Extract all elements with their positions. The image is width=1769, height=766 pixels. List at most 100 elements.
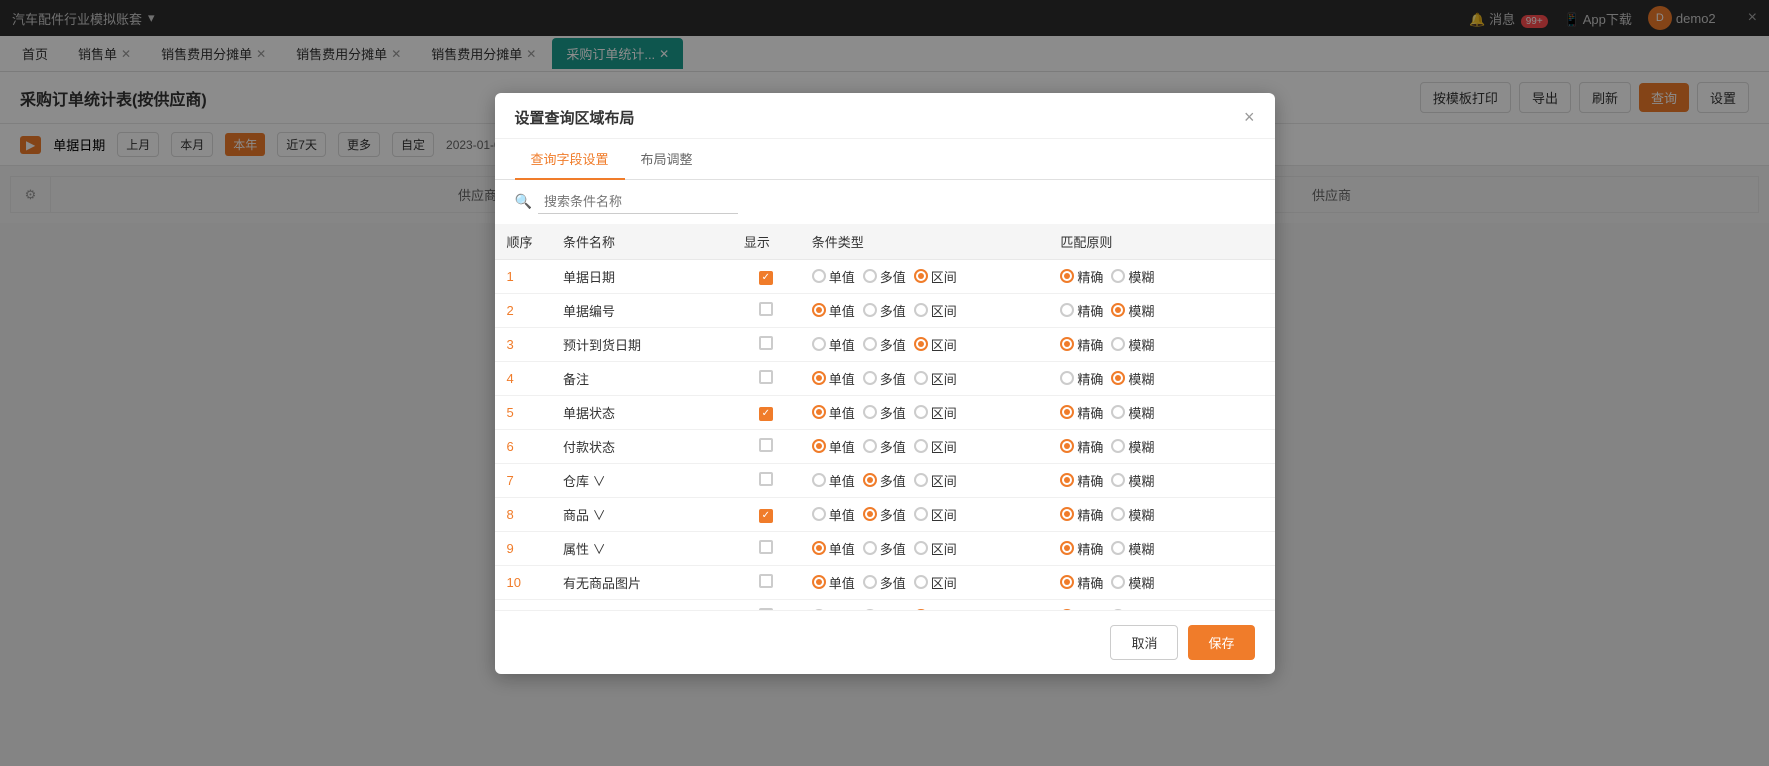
cell-display[interactable] <box>732 361 800 395</box>
radio-label: 单值 <box>829 437 855 456</box>
type-option-多值[interactable]: 多值 <box>863 505 906 524</box>
display-checkbox[interactable] <box>759 271 773 285</box>
dialog-close-btn[interactable]: × <box>1244 108 1255 126</box>
type-option-区间[interactable]: 区间 <box>914 267 957 286</box>
dialog-title: 设置查询区域布局 <box>515 107 635 128</box>
type-option-区间[interactable]: 区间 <box>914 403 957 422</box>
match-option-精确[interactable]: 精确 <box>1060 267 1103 286</box>
display-checkbox[interactable] <box>759 302 773 316</box>
cell-name: 仓库 ∨ <box>551 463 732 497</box>
display-checkbox[interactable] <box>759 509 773 523</box>
display-checkbox[interactable] <box>759 438 773 452</box>
type-option-区间[interactable]: 区间 <box>914 301 957 320</box>
cell-display[interactable] <box>732 497 800 531</box>
match-option-模糊[interactable]: 模糊 <box>1111 437 1154 456</box>
type-option-多值[interactable]: 多值 <box>863 437 906 456</box>
cell-display[interactable] <box>732 260 800 294</box>
type-option-区间[interactable]: 区间 <box>914 539 957 558</box>
type-option-多值[interactable]: 多值 <box>863 573 906 592</box>
type-option-单值[interactable]: 单值 <box>812 505 855 524</box>
radio-circle <box>1111 405 1125 419</box>
radio-label: 精确 <box>1077 539 1103 558</box>
dialog-tab-bar: 查询字段设置 布局调整 <box>495 139 1275 180</box>
radio-circle <box>914 269 928 283</box>
match-option-模糊[interactable]: 模糊 <box>1111 335 1154 354</box>
display-checkbox[interactable] <box>759 370 773 384</box>
table-row: 11审核结束日期单值多值区间精确模糊 <box>495 599 1275 610</box>
cell-display[interactable] <box>732 531 800 565</box>
dialog-tab-layout[interactable]: 布局调整 <box>625 139 709 180</box>
table-row: 6付款状态单值多值区间精确模糊 <box>495 429 1275 463</box>
type-option-单值[interactable]: 单值 <box>812 335 855 354</box>
match-option-模糊[interactable]: 模糊 <box>1111 471 1154 490</box>
match-option-精确[interactable]: 精确 <box>1060 539 1103 558</box>
type-option-多值[interactable]: 多值 <box>863 539 906 558</box>
type-option-多值[interactable]: 多值 <box>863 369 906 388</box>
match-option-精确[interactable]: 精确 <box>1060 505 1103 524</box>
match-option-精确[interactable]: 精确 <box>1060 471 1103 490</box>
save-btn[interactable]: 保存 <box>1188 625 1254 660</box>
type-option-多值[interactable]: 多值 <box>863 335 906 354</box>
type-option-单值[interactable]: 单值 <box>812 437 855 456</box>
type-option-单值[interactable]: 单值 <box>812 471 855 490</box>
display-checkbox[interactable] <box>759 407 773 421</box>
th-match: 匹配原则 <box>1048 224 1274 260</box>
table-row: 4备注单值多值区间精确模糊 <box>495 361 1275 395</box>
search-icon: 🔍 <box>515 193 532 210</box>
dialog-tab-query-fields[interactable]: 查询字段设置 <box>515 139 625 180</box>
radio-label: 多值 <box>880 573 906 592</box>
type-option-区间[interactable]: 区间 <box>914 335 957 354</box>
radio-label: 多值 <box>880 369 906 388</box>
match-option-模糊[interactable]: 模糊 <box>1111 539 1154 558</box>
type-option-区间[interactable]: 区间 <box>914 437 957 456</box>
type-option-单值[interactable]: 单值 <box>812 539 855 558</box>
cell-display[interactable] <box>732 565 800 599</box>
cell-display[interactable] <box>732 395 800 429</box>
type-option-单值[interactable]: 单值 <box>812 267 855 286</box>
match-option-模糊[interactable]: 模糊 <box>1111 369 1154 388</box>
display-checkbox[interactable] <box>759 540 773 554</box>
type-option-多值[interactable]: 多值 <box>863 403 906 422</box>
type-option-区间[interactable]: 区间 <box>914 573 957 592</box>
type-radio-group: 单值多值区间 <box>812 403 1037 422</box>
cancel-btn[interactable]: 取消 <box>1110 625 1178 660</box>
cell-display[interactable] <box>732 293 800 327</box>
match-option-精确[interactable]: 精确 <box>1060 437 1103 456</box>
type-option-多值[interactable]: 多值 <box>863 301 906 320</box>
display-checkbox[interactable] <box>759 574 773 588</box>
type-option-单值[interactable]: 单值 <box>812 403 855 422</box>
match-option-模糊[interactable]: 模糊 <box>1111 301 1154 320</box>
match-option-精确[interactable]: 精确 <box>1060 335 1103 354</box>
match-option-模糊[interactable]: 模糊 <box>1111 403 1154 422</box>
display-checkbox[interactable] <box>759 336 773 350</box>
type-option-多值[interactable]: 多值 <box>863 471 906 490</box>
settings-dialog: 设置查询区域布局 × 查询字段设置 布局调整 🔍 顺序 条件名称 <box>495 93 1275 674</box>
type-radio-group: 单值 多值区间 <box>812 573 1037 592</box>
match-option-精确[interactable]: 精确 <box>1060 403 1103 422</box>
cell-display[interactable] <box>732 463 800 497</box>
cell-type: 单值多值区间 <box>800 497 1049 531</box>
cell-order: 3 <box>495 327 552 361</box>
radio-circle <box>1111 337 1125 351</box>
th-display: 显示 <box>732 224 800 260</box>
match-option-模糊[interactable]: 模糊 <box>1111 505 1154 524</box>
type-option-单值[interactable]: 单值 <box>812 301 855 320</box>
display-checkbox[interactable] <box>759 472 773 486</box>
cell-match: 精确模糊 <box>1048 395 1274 429</box>
type-option-区间[interactable]: 区间 <box>914 471 957 490</box>
type-option-区间[interactable]: 区间 <box>914 369 957 388</box>
type-option-多值[interactable]: 多值 <box>863 267 906 286</box>
type-option-单值[interactable]: 单值 <box>812 573 855 592</box>
type-option-单值[interactable]: 单值 <box>812 369 855 388</box>
cell-display[interactable] <box>732 327 800 361</box>
match-option-模糊[interactable]: 模糊 <box>1111 267 1154 286</box>
type-option-区间[interactable]: 区间 <box>914 505 957 524</box>
match-option-精确[interactable]: 精确 <box>1060 301 1103 320</box>
cell-display[interactable] <box>732 599 800 610</box>
search-input[interactable] <box>538 190 738 214</box>
match-option-模糊[interactable]: 模糊 <box>1111 573 1154 592</box>
cell-display[interactable] <box>732 429 800 463</box>
table-row: 5单据状态单值多值区间精确模糊 <box>495 395 1275 429</box>
match-option-精确[interactable]: 精确 <box>1060 369 1103 388</box>
match-option-精确[interactable]: 精确 <box>1060 573 1103 592</box>
